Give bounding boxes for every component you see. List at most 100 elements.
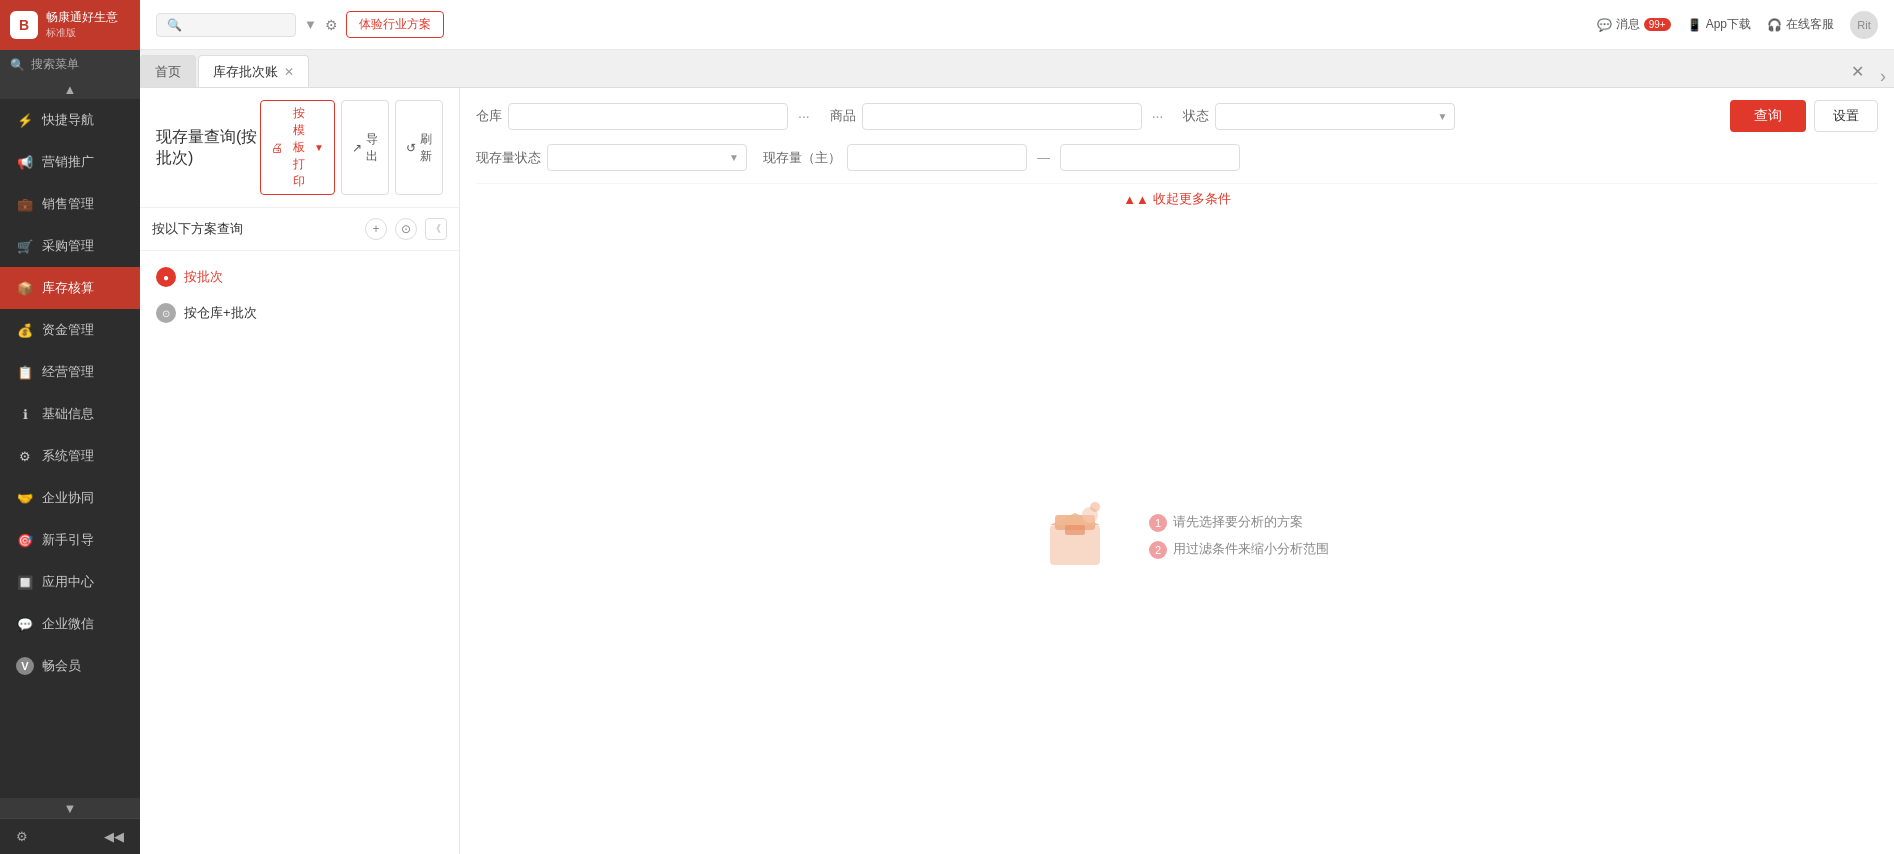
topbar-left: 🔍 ▼ ⚙ 体验行业方案: [156, 11, 1587, 38]
sidebar-scroll-down[interactable]: ▼: [0, 798, 140, 818]
settings-btn[interactable]: 设置: [1814, 100, 1878, 132]
nav-icon-10: 🎯: [16, 531, 34, 549]
inventory-qty-to[interactable]: [1060, 144, 1240, 171]
scheme-header-label: 按以下方案查询: [152, 220, 243, 238]
collapse-bar[interactable]: ▲▲ 收起更多条件: [476, 183, 1878, 214]
sidebar-item-10[interactable]: 🎯 新手引导: [0, 519, 140, 561]
customer-service-group[interactable]: 🎧 在线客服: [1767, 16, 1834, 33]
warehouse-dots[interactable]: ···: [794, 108, 814, 124]
message-label: 消息: [1616, 16, 1640, 33]
empty-icon: [1025, 490, 1125, 590]
sidebar-item-label-4: 库存核算: [42, 279, 94, 297]
product-input[interactable]: [862, 103, 1142, 130]
sidebar-item-12[interactable]: 💬 企业微信: [0, 603, 140, 645]
sidebar-search[interactable]: 🔍 搜索菜单: [0, 50, 140, 79]
collapse-panel-btn[interactable]: 《: [425, 218, 447, 240]
sidebar-item-6[interactable]: 📋 经营管理: [0, 351, 140, 393]
nav-icon-1: 📢: [16, 153, 34, 171]
app-edition: 标准版: [46, 26, 118, 40]
app-download-group[interactable]: 📱 App下载: [1687, 16, 1751, 33]
print-label: 按模板打印: [287, 105, 310, 190]
inventory-qty-label: 现存量（主）: [763, 149, 841, 167]
status-select[interactable]: [1215, 103, 1455, 130]
sidebar-item-5[interactable]: 💰 资金管理: [0, 309, 140, 351]
product-filter-group: 商品 ···: [830, 103, 1168, 130]
nav-icon-12: 💬: [16, 615, 34, 633]
tab-batch-label: 库存批次账: [213, 63, 278, 81]
scheme-icon-0: ●: [156, 267, 176, 287]
left-panel: 现存量查询(按批次) 🖨 按模板打印 ▼ ↗ 导出 ↺ 刷新: [140, 88, 460, 854]
tab-homepage[interactable]: 首页: [140, 55, 196, 87]
sidebar-item-2[interactable]: 💼 销售管理: [0, 183, 140, 225]
tab-homepage-label: 首页: [155, 63, 181, 81]
sidebar-item-11[interactable]: 🔲 应用中心: [0, 561, 140, 603]
topbar-right: 💬 消息 99+ 📱 App下载 🎧 在线客服 Rit: [1597, 11, 1878, 39]
print-dropdown-icon: ▼: [314, 142, 324, 153]
sidebar-item-7[interactable]: ℹ 基础信息: [0, 393, 140, 435]
status-select-wrapper: [1215, 103, 1455, 130]
experience-btn[interactable]: 体验行业方案: [346, 11, 444, 38]
sidebar-header: B 畅康通好生意 标准版: [0, 0, 140, 50]
nav-icon-13: V: [16, 657, 34, 675]
product-dots[interactable]: ···: [1148, 108, 1168, 124]
sidebar-scroll-up[interactable]: ▲: [0, 79, 140, 99]
tab-close-icon[interactable]: ✕: [284, 65, 294, 79]
app-download-icon: 📱: [1687, 18, 1702, 32]
sidebar-item-13[interactable]: V 畅会员: [0, 645, 140, 687]
inventory-qty-from[interactable]: [847, 144, 1027, 171]
tab-batch-account[interactable]: 库存批次账 ✕: [198, 55, 309, 87]
refresh-btn[interactable]: ↺ 刷新: [395, 100, 443, 195]
scheme-label-0: 按批次: [184, 268, 223, 286]
scheme-item-0[interactable]: ● 按批次: [140, 259, 459, 295]
sidebar-item-1[interactable]: 📢 营销推广: [0, 141, 140, 183]
inventory-status-select-wrapper: [547, 144, 747, 171]
empty-text: 1 请先选择要分析的方案 2 用过滤条件来缩小分析范围: [1149, 513, 1329, 567]
add-scheme-btn[interactable]: +: [365, 218, 387, 240]
sidebar-item-9[interactable]: 🤝 企业协同: [0, 477, 140, 519]
message-icon: 💬: [1597, 18, 1612, 32]
tab-bar-expand-icon[interactable]: ›: [1880, 66, 1894, 87]
inventory-qty-dash: —: [1033, 150, 1054, 165]
empty-state: 1 请先选择要分析的方案 2 用过滤条件来缩小分析范围: [460, 226, 1894, 854]
sidebar-item-label-8: 系统管理: [42, 447, 94, 465]
warehouse-label: 仓库: [476, 107, 502, 125]
scheme-item-1[interactable]: ⊙ 按仓库+批次: [140, 295, 459, 331]
page-title: 现存量查询(按批次): [156, 127, 260, 169]
print-btn[interactable]: 🖨 按模板打印 ▼: [260, 100, 335, 195]
sidebar-item-4[interactable]: 📦 库存核算: [0, 267, 140, 309]
sidebar-item-3[interactable]: 🛒 采购管理: [0, 225, 140, 267]
settings-footer-icon[interactable]: ⚙: [16, 829, 28, 844]
tab-bar-close-btn[interactable]: ✕: [1851, 55, 1876, 87]
topbar-dropdown-icon[interactable]: ▼: [304, 17, 317, 32]
sidebar-item-label-9: 企业协同: [42, 489, 94, 507]
topbar-search-box[interactable]: 🔍: [156, 13, 296, 37]
customer-service-icon: 🎧: [1767, 18, 1782, 32]
sidebar-item-0[interactable]: ⚡ 快捷导航: [0, 99, 140, 141]
page-header-actions: 🖨 按模板打印 ▼ ↗ 导出 ↺ 刷新: [260, 100, 443, 195]
scheme-settings-btn[interactable]: ⊙: [395, 218, 417, 240]
export-btn[interactable]: ↗ 导出: [341, 100, 389, 195]
sidebar-item-label-6: 经营管理: [42, 363, 94, 381]
topbar-gear-button[interactable]: ⚙: [325, 17, 338, 33]
warehouse-filter-group: 仓库 ···: [476, 103, 814, 130]
inventory-status-select[interactable]: [547, 144, 747, 171]
page-content: 现存量查询(按批次) 🖨 按模板打印 ▼ ↗ 导出 ↺ 刷新: [140, 88, 1894, 854]
user-avatar-text: Rit: [1857, 19, 1870, 31]
collapse-sidebar-icon[interactable]: ◀◀: [104, 829, 124, 844]
message-group[interactable]: 💬 消息 99+: [1597, 16, 1671, 33]
warehouse-input[interactable]: [508, 103, 788, 130]
svg-point-5: [1090, 502, 1100, 512]
nav-icon-6: 📋: [16, 363, 34, 381]
page-title-bar: 现存量查询(按批次) 🖨 按模板打印 ▼ ↗ 导出 ↺ 刷新: [140, 88, 459, 208]
scheme-icon-1: ⊙: [156, 303, 176, 323]
query-btn[interactable]: 查询: [1730, 100, 1806, 132]
inventory-status-label: 现存量状态: [476, 149, 541, 167]
sidebar-item-8[interactable]: ⚙ 系统管理: [0, 435, 140, 477]
customer-service-label: 在线客服: [1786, 16, 1834, 33]
sidebar: B 畅康通好生意 标准版 🔍 搜索菜单 ▲ ⚡ 快捷导航 📢 营销推广 💼 销售…: [0, 0, 140, 854]
refresh-icon: ↺: [406, 141, 416, 155]
collapse-up-icon: ▲▲: [1123, 192, 1149, 207]
sidebar-nav: ⚡ 快捷导航 📢 营销推广 💼 销售管理 🛒 采购管理 📦 库存核算 💰 资金管…: [0, 99, 140, 798]
user-avatar[interactable]: Rit: [1850, 11, 1878, 39]
empty-hint-2: 用过滤条件来缩小分析范围: [1173, 540, 1329, 558]
